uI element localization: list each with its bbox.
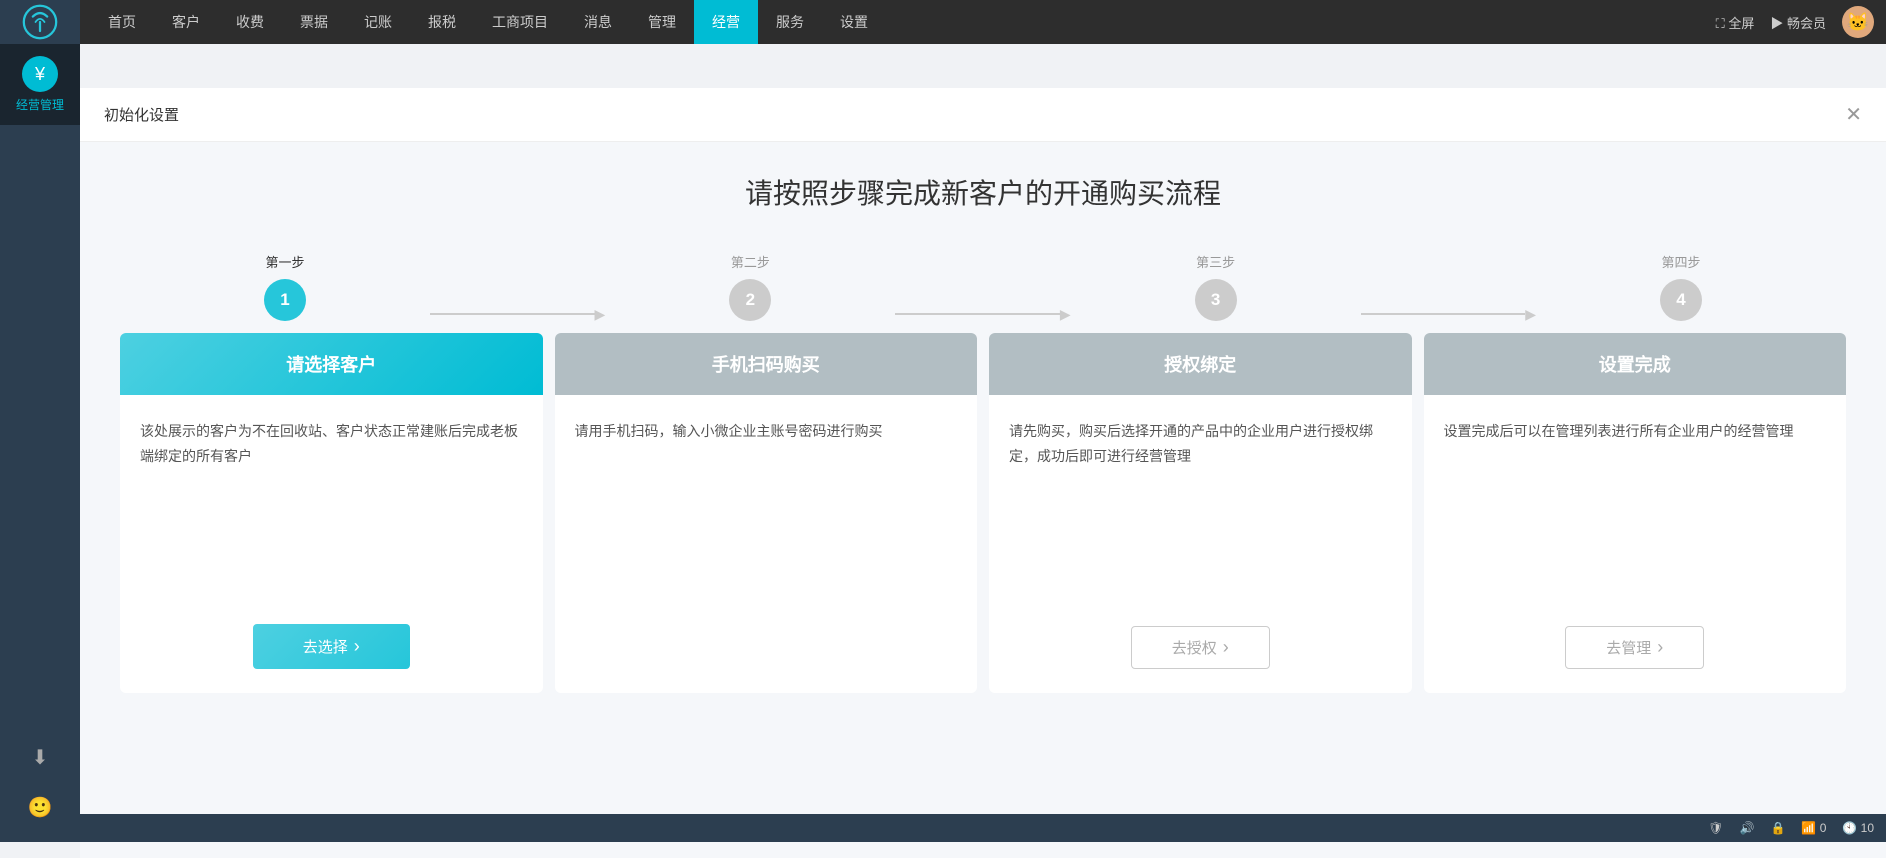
- nav-customer[interactable]: 客户: [154, 0, 218, 44]
- card-step-3: 授权绑定 请先购买，购买后选择开通的产品中的企业用户进行授权绑定，成功后即可进行…: [989, 333, 1412, 693]
- arrow-1-2: ▶: [595, 307, 606, 321]
- card-3-body: 请先购买，购买后选择开通的产品中的企业用户进行授权绑定，成功后即可进行经营管理: [989, 395, 1412, 610]
- card-step-4: 设置完成 设置完成后可以在管理列表进行所有企业用户的经营管理 去管理 ›: [1424, 333, 1847, 693]
- sidebar-logo: [0, 0, 80, 44]
- clock-status: 🕙 10: [1842, 821, 1874, 835]
- card-2-body: 请用手机扫码，输入小微企业主账号密码进行购买: [555, 395, 978, 653]
- card-4-title: 设置完成: [1599, 355, 1671, 375]
- card-step-1: 请选择客户 该处展示的客户为不在回收站、客户状态正常建账后完成老板端绑定的所有客…: [120, 333, 543, 693]
- close-button[interactable]: ✕: [1845, 105, 1862, 125]
- card-1-footer: 去选择 ›: [120, 608, 543, 693]
- go-authorize-button[interactable]: 去授权 ›: [1131, 626, 1270, 669]
- nav-operate[interactable]: 经营: [694, 0, 758, 44]
- arrow-2-3: ▶: [1060, 307, 1071, 321]
- step-2-bubble: 2: [729, 279, 771, 321]
- main-heading: 请按照步骤完成新客户的开通购买流程: [120, 172, 1846, 212]
- step-3-col: 第三步 3: [1071, 252, 1361, 321]
- go-select-button[interactable]: 去选择 ›: [253, 624, 410, 669]
- go-manage-arrow: ›: [1657, 637, 1663, 658]
- page-header: 初始化设置 ✕: [80, 88, 1886, 142]
- card-4-header: 设置完成: [1424, 333, 1847, 395]
- nav-account[interactable]: 记账: [346, 0, 410, 44]
- card-2-footer: [555, 653, 978, 693]
- jingying-icon: ¥: [22, 56, 58, 92]
- card-3-footer: 去授权 ›: [989, 610, 1412, 693]
- lock-icon: 🔒: [1770, 821, 1785, 835]
- step-1-col: 第一步 1: [140, 252, 430, 321]
- line-1-2: [430, 313, 595, 315]
- card-3-title: 授权绑定: [1164, 355, 1236, 375]
- statusbar: ▶ 完成 🛡 🔊 🔒 📶 0 🕙 10: [0, 814, 1886, 842]
- go-select-arrow: ›: [354, 636, 360, 657]
- nav-invoice[interactable]: 票据: [282, 0, 346, 44]
- step-1-label: 第一步: [265, 252, 304, 271]
- avatar[interactable]: 🐱: [1842, 6, 1874, 38]
- nav-message[interactable]: 消息: [566, 0, 630, 44]
- nav-manage[interactable]: 管理: [630, 0, 694, 44]
- sidebar-item-label: 经营管理: [16, 96, 64, 113]
- step-2-col: 第二步 2: [605, 252, 895, 321]
- go-manage-button[interactable]: 去管理 ›: [1565, 626, 1704, 669]
- go-authorize-arrow: ›: [1223, 637, 1229, 658]
- step-3-label: 第三步: [1196, 252, 1235, 271]
- arrow-3-4: ▶: [1525, 307, 1536, 321]
- nav-home[interactable]: 首页: [90, 0, 154, 44]
- step-4-label: 第四步: [1661, 252, 1700, 271]
- line-2-3: [895, 313, 1060, 315]
- step-3-bubble: 3: [1195, 279, 1237, 321]
- nav-service[interactable]: 服务: [758, 0, 822, 44]
- sidebar: ¥ 经营管理 ⬇ 🙂: [0, 0, 80, 842]
- card-3-header: 授权绑定: [989, 333, 1412, 395]
- connector-3-4: ▶: [1361, 257, 1536, 321]
- fullscreen-btn[interactable]: ⛶ 全屏: [1716, 13, 1755, 32]
- line-3-4: [1361, 313, 1526, 315]
- main-content: 初始化设置 ✕ 请按照步骤完成新客户的开通购买流程 第一步 1 ▶ 第二步 2: [80, 88, 1886, 858]
- top-nav: 首页 客户 收费 票据 记账 报税 工商项目 消息 管理 经营 服务 设置 ⛶ …: [0, 0, 1886, 44]
- content-area: 请按照步骤完成新客户的开通购买流程 第一步 1 ▶ 第二步 2: [80, 142, 1886, 723]
- step-2-label: 第二步: [731, 252, 770, 271]
- page-title: 初始化设置: [104, 104, 179, 125]
- volume-icon: 🔊: [1740, 821, 1755, 835]
- nav-tax[interactable]: 报税: [410, 0, 474, 44]
- nav-right: ⛶ 全屏 ▶ 畅会员 🐱: [1716, 6, 1886, 38]
- shield-icon: 🛡: [1708, 821, 1723, 835]
- sidebar-download-btn[interactable]: ⬇: [0, 732, 80, 782]
- card-1-title: 请选择客户: [286, 355, 376, 375]
- card-2-header: 手机扫码购买: [555, 333, 978, 395]
- step-4-col: 第四步 4: [1536, 252, 1826, 321]
- sidebar-item-jingying[interactable]: ¥ 经营管理: [0, 44, 80, 125]
- sidebar-support-btn[interactable]: 🙂: [0, 782, 80, 832]
- cards-container: 请选择客户 该处展示的客户为不在回收站、客户状态正常建账后完成老板端绑定的所有客…: [120, 333, 1846, 693]
- sidebar-bottom: ⬇ 🙂: [0, 732, 80, 842]
- card-1-header: 请选择客户: [120, 333, 543, 395]
- card-1-body: 该处展示的客户为不在回收站、客户状态正常建账后完成老板端绑定的所有客户: [120, 395, 543, 608]
- nav-fee[interactable]: 收费: [218, 0, 282, 44]
- nav-settings[interactable]: 设置: [822, 0, 886, 44]
- connector-2-3: ▶: [895, 257, 1070, 321]
- card-4-footer: 去管理 ›: [1424, 610, 1847, 693]
- card-4-body: 设置完成后可以在管理列表进行所有企业用户的经营管理: [1424, 395, 1847, 610]
- card-2-title: 手机扫码购买: [712, 355, 820, 375]
- steps-indicator: 第一步 1 ▶ 第二步 2 ▶: [120, 252, 1846, 321]
- statusbar-right: 🛡 🔊 🔒 📶 0 🕙 10: [1708, 821, 1874, 835]
- nav-bizproject[interactable]: 工商项目: [474, 0, 566, 44]
- step-1-bubble: 1: [264, 279, 306, 321]
- card-step-2: 手机扫码购买 请用手机扫码，输入小微企业主账号密码进行购买: [555, 333, 978, 693]
- connector-1-2: ▶: [430, 257, 605, 321]
- network-status: 📶 0: [1801, 821, 1826, 835]
- vip-btn[interactable]: ▶ 畅会员: [1770, 13, 1826, 32]
- step-4-bubble: 4: [1660, 279, 1702, 321]
